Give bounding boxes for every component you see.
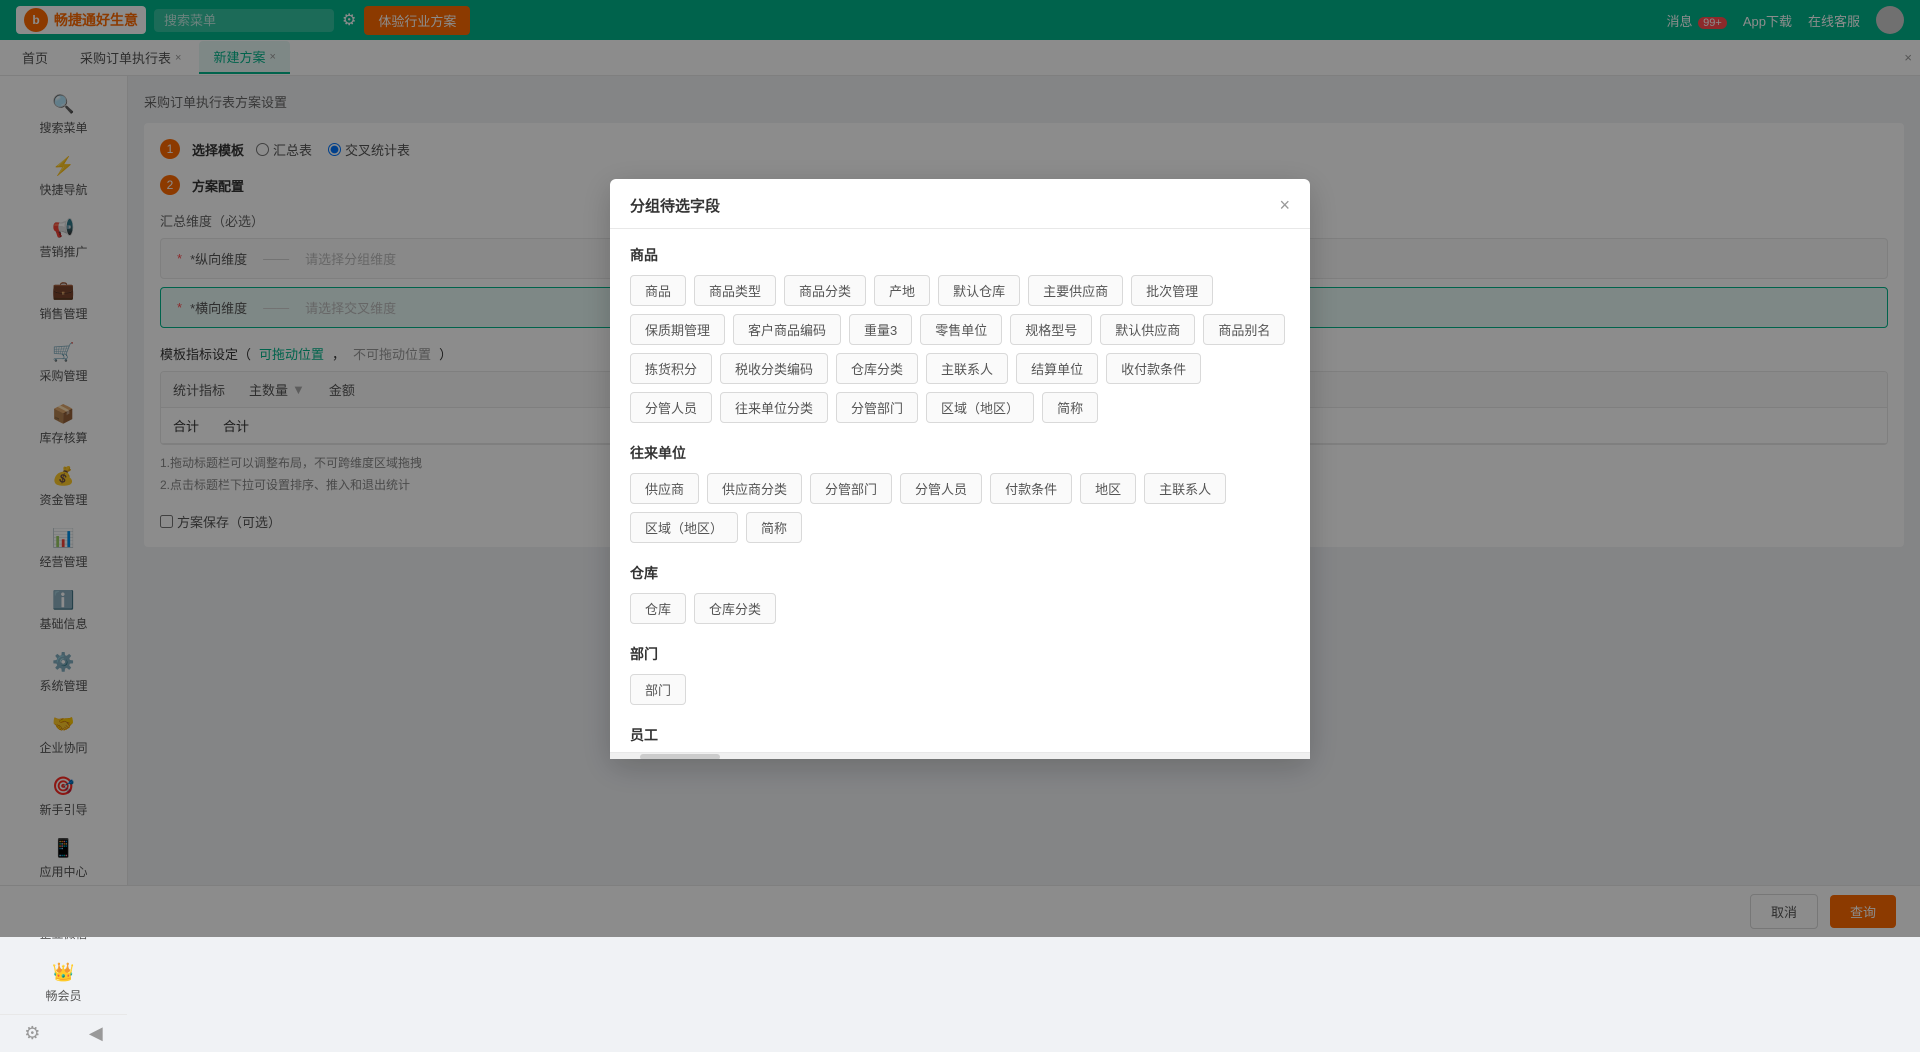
field-tag-0-24[interactable]: 简称 — [1042, 392, 1098, 423]
field-tag-0-1[interactable]: 商品类型 — [694, 275, 776, 306]
sidebar-bottom: ⚙ ◀ — [0, 1014, 127, 1052]
field-tag-0-14[interactable]: 拣货积分 — [630, 353, 712, 384]
field-group-1: 往来单位供应商供应商分类分管部门分管人员付款条件地区主联系人区域（地区） 简称 — [630, 443, 1290, 543]
field-tag-0-17[interactable]: 主联系人 — [926, 353, 1008, 384]
field-tag-0-18[interactable]: 结算单位 — [1016, 353, 1098, 384]
field-tag-0-20[interactable]: 分管人员 — [630, 392, 712, 423]
field-tag-0-2[interactable]: 商品分类 — [784, 275, 866, 306]
field-group-title-3: 部门 — [630, 644, 1290, 664]
field-tag-0-21[interactable]: 往来单位分类 — [720, 392, 828, 423]
field-tag-0-6[interactable]: 批次管理 — [1131, 275, 1213, 306]
field-tag-3-0[interactable]: 部门 — [630, 674, 686, 705]
field-tag-1-4[interactable]: 付款条件 — [990, 473, 1072, 504]
field-tag-0-15[interactable]: 税收分类编码 — [720, 353, 828, 384]
field-tag-1-0[interactable]: 供应商 — [630, 473, 699, 504]
field-group-4: 员工业务员 — [630, 725, 1290, 753]
field-group-title-2: 仓库 — [630, 563, 1290, 583]
field-tag-0-10[interactable]: 零售单位 — [920, 314, 1002, 345]
field-tag-0-3[interactable]: 产地 — [874, 275, 930, 306]
field-tags-3: 部门 — [630, 674, 1290, 705]
scrollbar-thumb[interactable] — [640, 754, 720, 758]
field-tag-0-4[interactable]: 默认仓库 — [938, 275, 1020, 306]
modal-scrollbar-h — [610, 752, 1310, 758]
field-tag-1-3[interactable]: 分管人员 — [900, 473, 982, 504]
field-tag-1-7[interactable]: 区域（地区） — [630, 512, 738, 543]
field-tag-0-12[interactable]: 默认供应商 — [1100, 314, 1195, 345]
sidebar-item-14[interactable]: 👑 畅会员 — [0, 952, 127, 1014]
modal-close-btn[interactable]: × — [1279, 195, 1290, 216]
field-tag-0-23[interactable]: 区域（地区） — [926, 392, 1034, 423]
field-group-title-0: 商品 — [630, 245, 1290, 265]
modal-title: 分组待选字段 — [630, 195, 720, 216]
field-group-title-4: 员工 — [630, 725, 1290, 745]
modal: 分组待选字段 × 商品商品商品类型商品分类产地默认仓库主要供应商批次管理保质期管… — [610, 179, 1310, 759]
sidebar-settings-icon[interactable]: ⚙ — [24, 1023, 40, 1044]
field-tag-1-8[interactable]: 简称 — [746, 512, 802, 543]
sidebar-label-14: 畅会员 — [45, 987, 81, 1004]
field-tag-0-5[interactable]: 主要供应商 — [1028, 275, 1123, 306]
field-tag-1-1[interactable]: 供应商分类 — [707, 473, 802, 504]
field-group-0: 商品商品商品类型商品分类产地默认仓库主要供应商批次管理保质期管理客户商品编码重量… — [630, 245, 1290, 423]
field-tags-1: 供应商供应商分类分管部门分管人员付款条件地区主联系人区域（地区） 简称 — [630, 473, 1290, 543]
field-tag-1-5[interactable]: 地区 — [1080, 473, 1136, 504]
field-group-title-1: 往来单位 — [630, 443, 1290, 463]
field-tag-0-11[interactable]: 规格型号 — [1010, 314, 1092, 345]
sidebar-collapse-icon[interactable]: ◀ — [89, 1023, 103, 1044]
field-tag-0-0[interactable]: 商品 — [630, 275, 686, 306]
field-tag-1-6[interactable]: 主联系人 — [1144, 473, 1226, 504]
field-tag-0-8[interactable]: 客户商品编码 — [733, 314, 841, 345]
field-tag-0-22[interactable]: 分管部门 — [836, 392, 918, 423]
field-tag-0-19[interactable]: 收付款条件 — [1106, 353, 1201, 384]
modal-overlay: 分组待选字段 × 商品商品商品类型商品分类产地默认仓库主要供应商批次管理保质期管… — [0, 0, 1920, 937]
field-tag-0-7[interactable]: 保质期管理 — [630, 314, 725, 345]
sidebar-icon-14: 👑 — [52, 962, 74, 983]
modal-body: 商品商品商品类型商品分类产地默认仓库主要供应商批次管理保质期管理客户商品编码重量… — [610, 229, 1310, 753]
field-tag-2-0[interactable]: 仓库 — [630, 593, 686, 624]
modal-header: 分组待选字段 × — [610, 179, 1310, 229]
field-tag-0-9[interactable]: 重量3 — [849, 314, 912, 345]
field-group-2: 仓库仓库仓库分类 — [630, 563, 1290, 624]
field-tags-0: 商品商品类型商品分类产地默认仓库主要供应商批次管理保质期管理客户商品编码重量3 零… — [630, 275, 1290, 423]
field-tag-0-13[interactable]: 商品别名 — [1203, 314, 1285, 345]
field-tag-2-1[interactable]: 仓库分类 — [694, 593, 776, 624]
field-group-3: 部门部门 — [630, 644, 1290, 705]
field-tags-2: 仓库仓库分类 — [630, 593, 1290, 624]
field-tag-0-16[interactable]: 仓库分类 — [836, 353, 918, 384]
field-tag-1-2[interactable]: 分管部门 — [810, 473, 892, 504]
